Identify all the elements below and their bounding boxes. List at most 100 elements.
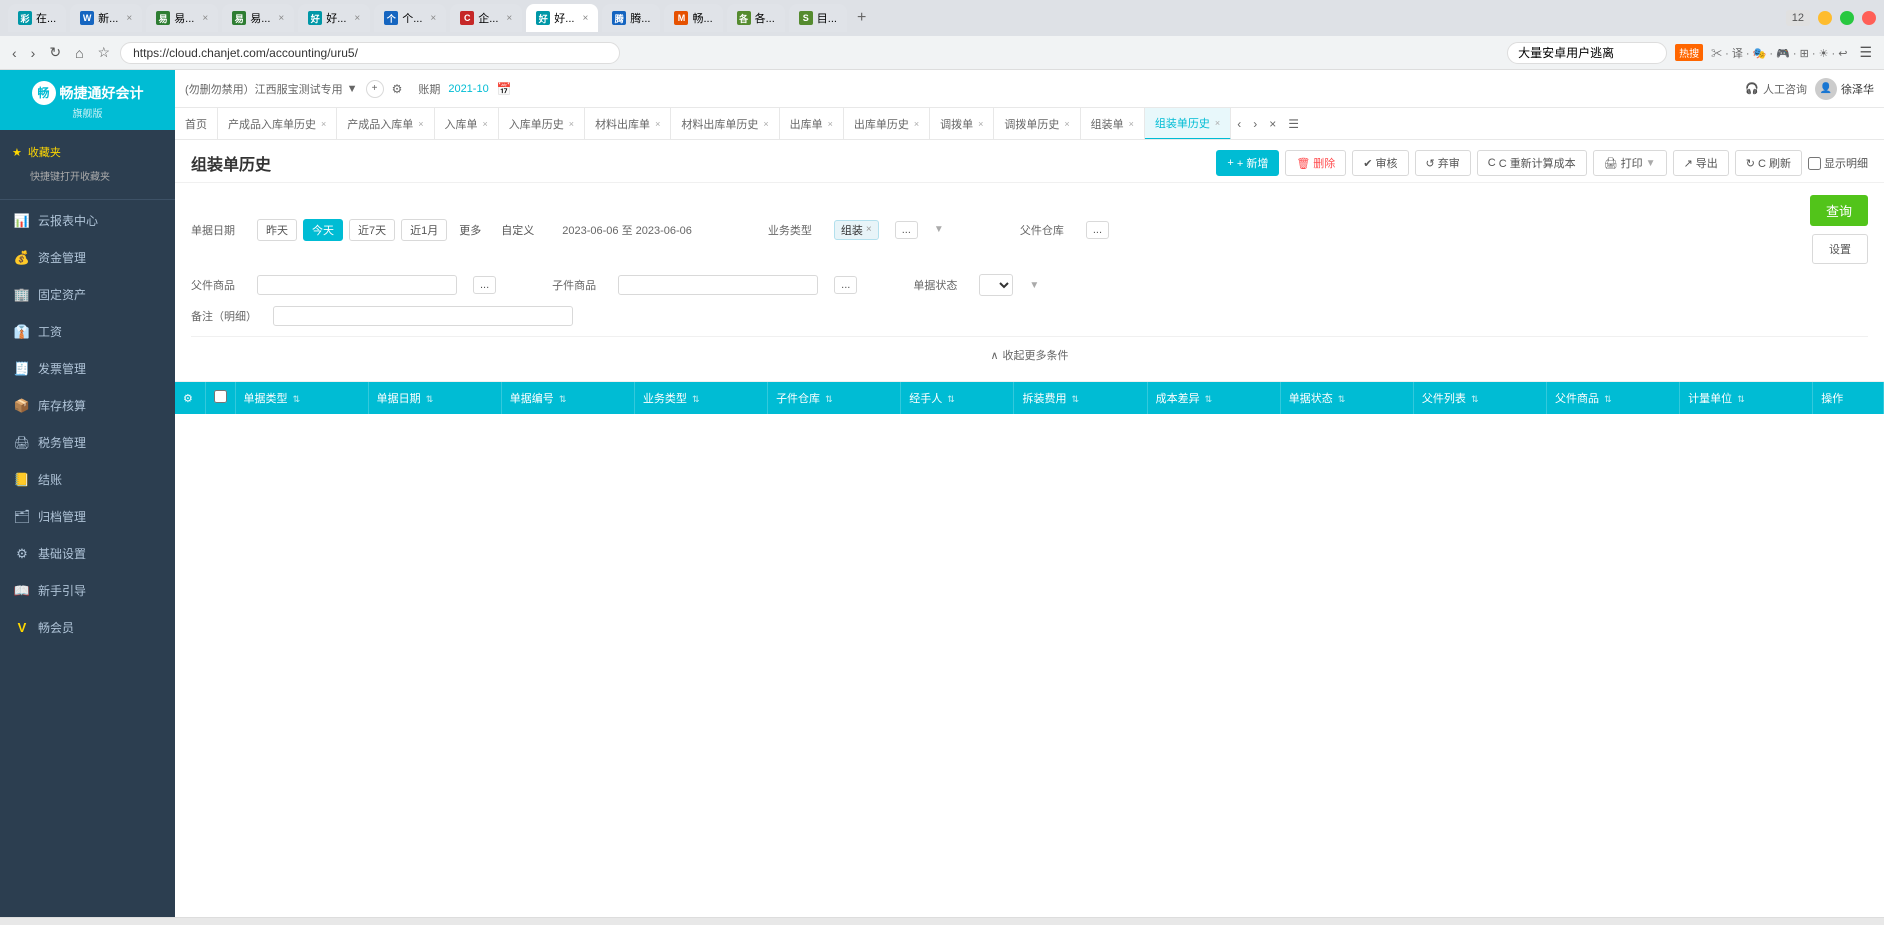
- tab-material-out-close[interactable]: ×: [655, 119, 660, 129]
- col-disassembly-cost[interactable]: 拆装费用 ⇅: [1014, 382, 1147, 414]
- tab-stock-in-history-close[interactable]: ×: [569, 119, 574, 129]
- note-input[interactable]: [273, 306, 573, 326]
- tab-close-all-button[interactable]: ×: [1263, 117, 1282, 131]
- show-detail-checkbox[interactable]: [1808, 157, 1821, 170]
- col-child-warehouse[interactable]: 子件仓库 ⇅: [768, 382, 901, 414]
- export-button[interactable]: ↗ 导出: [1673, 150, 1729, 176]
- print-button[interactable]: 🖨 打印 ▼: [1593, 150, 1667, 176]
- col-bill-no[interactable]: 单据编号 ⇅: [501, 382, 634, 414]
- tab-transfer-history[interactable]: 调拨单历史 ×: [994, 108, 1080, 140]
- tab-production-in-close[interactable]: ×: [418, 119, 423, 129]
- tab-material-out[interactable]: 材料出库单 ×: [585, 108, 671, 140]
- new-tab-button[interactable]: +: [851, 9, 872, 27]
- browser-tab-11[interactable]: 各 各...: [727, 4, 785, 32]
- consult-button[interactable]: 🎧 人工咨询: [1745, 81, 1807, 97]
- sidebar-item-settings[interactable]: ⚙ 基础设置: [0, 535, 175, 572]
- sidebar-item-guide[interactable]: 📖 新手引导: [0, 572, 175, 609]
- tab-production-in[interactable]: 产成品入库单 ×: [337, 108, 434, 140]
- col-settings[interactable]: ⚙: [175, 382, 205, 414]
- tab-material-out-history-close[interactable]: ×: [763, 119, 768, 129]
- sidebar-item-closing[interactable]: 📒 结账: [0, 461, 175, 498]
- sidebar-item-reports[interactable]: 📊 云报表中心: [0, 202, 175, 239]
- col-checkbox[interactable]: [205, 382, 235, 414]
- tab-next-button[interactable]: ›: [1247, 117, 1263, 131]
- sidebar-item-member[interactable]: V 畅会员: [0, 609, 175, 646]
- tab-close-2[interactable]: ×: [126, 13, 132, 24]
- col-bill-type[interactable]: 单据类型 ⇅: [235, 382, 368, 414]
- favorites-button[interactable]: ★ 收藏夹: [12, 138, 163, 166]
- more-date-button[interactable]: 更多: [453, 220, 487, 240]
- reload-button[interactable]: ↻: [45, 40, 65, 65]
- company-settings-button[interactable]: ⚙: [392, 82, 403, 96]
- browser-tab-9[interactable]: 腾 腾...: [602, 4, 660, 32]
- col-parent-product[interactable]: 父件商品 ⇅: [1547, 382, 1680, 414]
- delete-button[interactable]: 🗑 删除: [1285, 150, 1346, 176]
- tab-home[interactable]: 首页: [175, 108, 218, 140]
- col-bill-status[interactable]: 单据状态 ⇅: [1280, 382, 1413, 414]
- approve-button[interactable]: ✔ 审核: [1352, 150, 1408, 176]
- 1month-button[interactable]: 近1月: [401, 219, 447, 241]
- tab-stock-in[interactable]: 入库单 ×: [435, 108, 499, 140]
- back-button[interactable]: ‹: [8, 41, 21, 65]
- col-bill-date[interactable]: 单据日期 ⇅: [368, 382, 501, 414]
- home-button[interactable]: ⌂: [71, 41, 87, 65]
- calendar-icon[interactable]: 📅: [497, 82, 512, 96]
- new-button[interactable]: + + 新增: [1216, 150, 1279, 176]
- col-parent-list[interactable]: 父件列表 ⇅: [1413, 382, 1546, 414]
- tab-stock-in-history[interactable]: 入库单历史 ×: [499, 108, 585, 140]
- bill-status-select[interactable]: [979, 274, 1013, 296]
- browser-tab-3[interactable]: 易 易... ×: [146, 4, 218, 32]
- tab-stock-in-close[interactable]: ×: [483, 119, 488, 129]
- address-input[interactable]: [120, 42, 620, 64]
- browser-tab-6[interactable]: 个 个... ×: [374, 4, 446, 32]
- parent-product-search-button[interactable]: ...: [473, 276, 496, 294]
- biz-type-dropdown-button[interactable]: ...: [895, 221, 918, 239]
- tab-assembly-history-close[interactable]: ×: [1215, 118, 1220, 128]
- add-company-button[interactable]: +: [366, 80, 384, 98]
- tab-transfer-history-close[interactable]: ×: [1064, 119, 1069, 129]
- query-button[interactable]: 查询: [1810, 195, 1868, 226]
- browser-menu-button[interactable]: ☰: [1855, 40, 1876, 65]
- recalculate-button[interactable]: C C 重新计算成本: [1477, 150, 1587, 176]
- tab-close-3[interactable]: ×: [202, 13, 208, 24]
- refresh-button[interactable]: ↻ C 刷新: [1735, 150, 1802, 176]
- tab-stock-out[interactable]: 出库单 ×: [780, 108, 844, 140]
- 7days-button[interactable]: 近7天: [349, 219, 395, 241]
- parent-warehouse-button[interactable]: ...: [1086, 221, 1109, 239]
- tab-prev-button[interactable]: ‹: [1231, 117, 1247, 131]
- browser-tab-1[interactable]: 彩 在...: [8, 4, 66, 32]
- tab-assembly-history[interactable]: 组装单历史 ×: [1145, 108, 1231, 140]
- browser-tab-5[interactable]: 好 好... ×: [298, 4, 370, 32]
- biz-type-tag-close[interactable]: ×: [866, 224, 872, 235]
- tab-menu-button[interactable]: ☰: [1282, 117, 1305, 131]
- col-unit[interactable]: 计量单位 ⇅: [1680, 382, 1813, 414]
- child-product-input[interactable]: [618, 275, 818, 295]
- yesterday-button[interactable]: 昨天: [257, 219, 297, 241]
- tab-close-5[interactable]: ×: [354, 13, 360, 24]
- sidebar-item-assets[interactable]: 🏢 固定资产: [0, 276, 175, 313]
- tab-transfer[interactable]: 调拨单 ×: [930, 108, 994, 140]
- bottom-scrollbar[interactable]: [0, 917, 1884, 925]
- close-button[interactable]: [1862, 11, 1876, 25]
- custom-date-button[interactable]: 自定义: [493, 220, 542, 240]
- minimize-button[interactable]: [1818, 11, 1832, 25]
- tab-stock-out-history-close[interactable]: ×: [914, 119, 919, 129]
- tab-close-4[interactable]: ×: [278, 13, 284, 24]
- tab-assembly-close[interactable]: ×: [1129, 119, 1134, 129]
- browser-tab-12[interactable]: S 目...: [789, 4, 847, 32]
- sidebar-item-tax[interactable]: 🖨 税务管理: [0, 424, 175, 461]
- browser-tab-4[interactable]: 易 易... ×: [222, 4, 294, 32]
- tab-stock-out-history[interactable]: 出库单历史 ×: [844, 108, 930, 140]
- tab-stock-out-close[interactable]: ×: [828, 119, 833, 129]
- forward-button[interactable]: ›: [27, 41, 40, 65]
- tab-transfer-close[interactable]: ×: [978, 119, 983, 129]
- tab-close-7[interactable]: ×: [506, 13, 512, 24]
- child-product-search-button[interactable]: ...: [834, 276, 857, 294]
- sidebar-item-funds[interactable]: 💰 资金管理: [0, 239, 175, 276]
- collapse-button[interactable]: ∧ 收起更多条件: [191, 341, 1868, 369]
- browser-search-input[interactable]: [1507, 42, 1667, 64]
- col-biz-type[interactable]: 业务类型 ⇅: [634, 382, 767, 414]
- favorites-open-label[interactable]: 快捷键打开收藏夹: [12, 166, 163, 189]
- sidebar-item-inventory[interactable]: 📦 库存核算: [0, 387, 175, 424]
- tab-close-6[interactable]: ×: [430, 13, 436, 24]
